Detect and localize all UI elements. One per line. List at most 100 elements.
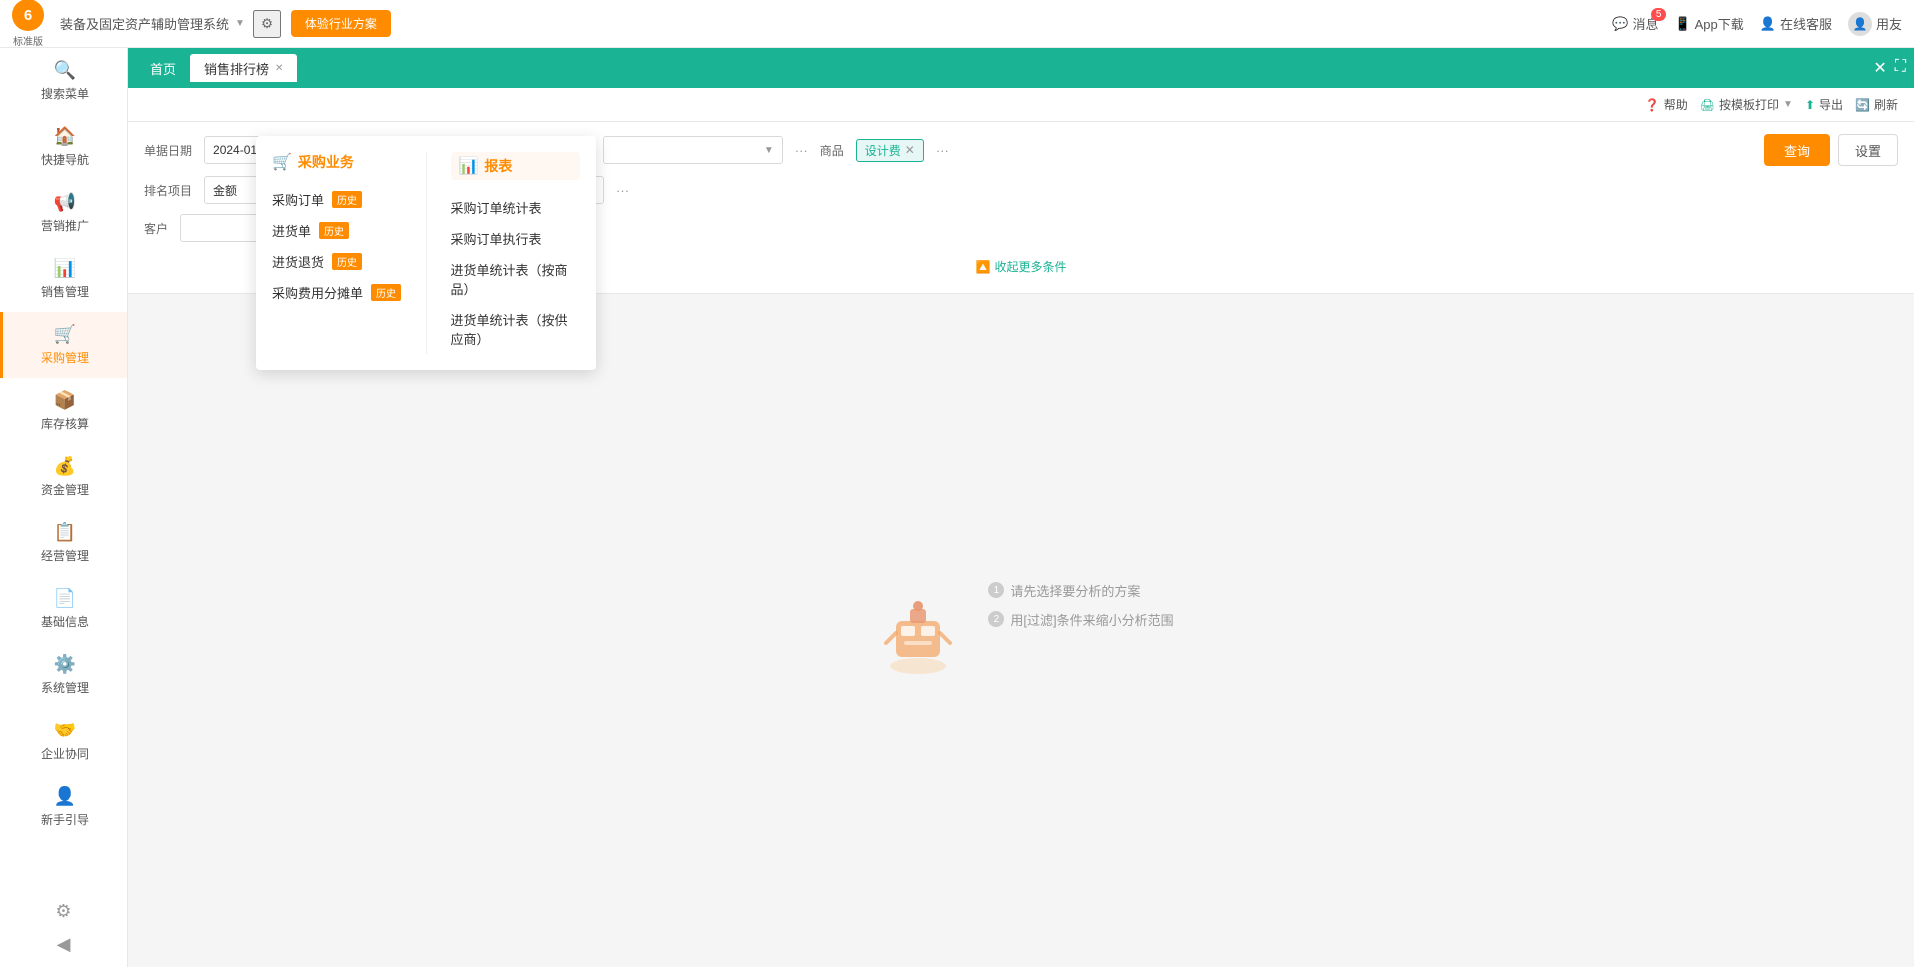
- sidebar-item-search[interactable]: 🔍 搜索菜单: [0, 48, 127, 114]
- dropdown-report-title: 📊 报表: [451, 152, 581, 180]
- sidebar-item-quick-nav[interactable]: 🏠 快捷导航: [0, 114, 127, 180]
- rank-value: 金额: [213, 182, 237, 199]
- logo-subtext: 标准版: [13, 33, 43, 48]
- system-title: 装备及固定资产辅助管理系统 ▼: [60, 14, 245, 33]
- dropdown-purchase-return[interactable]: 进货退货 历史: [272, 246, 402, 277]
- system-title-arrow[interactable]: ▼: [235, 18, 245, 29]
- history-badge-3: 历史: [371, 284, 401, 301]
- sidebar: 🔍 搜索菜单 🏠 快捷导航 📢 营销推广 📊 销售管理 🛒 采购管理 📦: [0, 48, 128, 967]
- print-arrow[interactable]: ▼: [1783, 99, 1793, 110]
- refresh-btn[interactable]: 🔄 刷新: [1855, 96, 1898, 113]
- svg-text:6: 6: [24, 7, 32, 24]
- tab-home[interactable]: 首页: [136, 54, 190, 82]
- dropdown-purchase-col: 🛒 采购业务 采购订单 历史 进货单 历史 进货退货 历史: [272, 152, 402, 354]
- customer-label: 客户: [144, 220, 168, 237]
- goods-label: 商品: [820, 142, 844, 159]
- content-area: 首页 销售排行榜 ✕ ✕ ⛶ ❓ 帮助 🖨 按模板: [128, 48, 1914, 967]
- tab-close-icon[interactable]: ✕: [275, 63, 283, 74]
- content-header: ❓ 帮助 🖨 按模板打印 ▼ ⬆ 导出 🔄 刷新: [128, 88, 1914, 122]
- sidebar-item-operation[interactable]: 📋 经营管理: [0, 510, 127, 576]
- empty-icon: [868, 581, 968, 681]
- status-select[interactable]: ▼: [603, 136, 783, 164]
- sidebar-item-marketing[interactable]: 📢 营销推广: [0, 180, 127, 246]
- tab-sales-ranking[interactable]: 销售排行榜 ✕: [190, 54, 297, 82]
- sidebar-item-newbie[interactable]: 👤 新手引导: [0, 774, 127, 840]
- collapse-btn[interactable]: 🔼 收起更多条件: [976, 252, 1067, 281]
- basic-info-icon: 📄: [54, 588, 76, 609]
- service-icon: 👤: [1760, 16, 1776, 32]
- goods-tag-close[interactable]: ✕: [905, 143, 915, 157]
- help-icon: ❓: [1645, 98, 1660, 112]
- online-service-btn[interactable]: 👤 在线客服: [1760, 14, 1832, 33]
- top-right: 💬 消息 5 📱 App下载 👤 在线客服 👤 用友: [1612, 12, 1902, 36]
- logo-area: 6 标准版: [12, 0, 44, 48]
- refresh-icon: 🔄: [1855, 98, 1870, 112]
- collapse-sidebar-icon[interactable]: ◀: [57, 934, 71, 955]
- sales-icon: 📊: [54, 258, 76, 279]
- report-col-icon: 📊: [459, 156, 479, 176]
- print-icon: 🖨: [1700, 98, 1715, 112]
- settings-icon-btn[interactable]: ⚙: [253, 10, 281, 38]
- tab-maximize-icon[interactable]: ⛶: [1895, 58, 1906, 78]
- main-area: 🔍 搜索菜单 🏠 快捷导航 📢 营销推广 📊 销售管理 🛒 采购管理 📦: [0, 48, 1914, 967]
- home-icon: 🏠: [54, 126, 76, 147]
- enterprise-icon: 🤝: [54, 720, 76, 741]
- sidebar-item-inventory[interactable]: 📦 库存核算: [0, 378, 127, 444]
- history-badge-0: 历史: [332, 191, 362, 208]
- dropdown-report-receive-supplier[interactable]: 进货单统计表（按供应商）: [451, 304, 581, 354]
- bottom-settings-icon[interactable]: ⚙: [55, 901, 71, 922]
- dropdown-report-receive-goods[interactable]: 进货单统计表（按商品）: [451, 254, 581, 304]
- collapse-icon: 🔼: [976, 260, 991, 274]
- empty-hint-2: 2 用[过滤]条件来缩小分析范围: [988, 610, 1173, 629]
- dropdown-purchase-title: 🛒 采购业务: [272, 152, 402, 172]
- app-container: 6 标准版 装备及固定资产辅助管理系统 ▼ ⚙ 体验行业方案 💬 消息 5 📱 …: [0, 0, 1914, 967]
- dropdown-purchase-order[interactable]: 采购订单 历史: [272, 184, 402, 215]
- user-avatar: 👤: [1848, 12, 1872, 36]
- tab-bar: 首页 销售排行榜 ✕ ✕ ⛶: [128, 48, 1914, 88]
- goods-tag: 设计费 ✕: [856, 139, 924, 162]
- history-badge-2: 历史: [332, 253, 362, 270]
- main-content: 1 请先选择要分析的方案 2 用[过滤]条件来缩小分析范围: [128, 294, 1914, 967]
- export-btn[interactable]: ⬆ 导出: [1805, 96, 1843, 113]
- sidebar-bottom: ⚙ ◀: [0, 889, 127, 967]
- message-badge: 5: [1651, 8, 1667, 21]
- set-btn[interactable]: 设置: [1838, 134, 1898, 166]
- print-btn[interactable]: 🖨 按模板打印 ▼: [1700, 96, 1793, 113]
- history-badge-1: 历史: [319, 222, 349, 239]
- help-btn[interactable]: ❓ 帮助: [1645, 96, 1688, 113]
- trial-btn[interactable]: 体验行业方案: [291, 10, 391, 37]
- system-icon: ⚙️: [54, 654, 76, 675]
- logo-icon: 6: [12, 0, 44, 31]
- status-arrow: ▼: [764, 145, 774, 156]
- user-btn[interactable]: 👤 用友: [1848, 12, 1902, 36]
- goods-dots[interactable]: ···: [936, 143, 949, 158]
- dropdown-purchase-cost[interactable]: 采购费用分摊单 历史: [272, 277, 402, 308]
- empty-hint-1: 1 请先选择要分析的方案: [988, 581, 1173, 600]
- tab-close-window-icon[interactable]: ✕: [1873, 58, 1886, 78]
- purchase-icon: 🛒: [54, 324, 76, 345]
- dropdown-report-order-stat[interactable]: 采购订单统计表: [451, 192, 581, 223]
- purchase-col-icon: 🛒: [272, 152, 292, 172]
- top-bar: 6 标准版 装备及固定资产辅助管理系统 ▼ ⚙ 体验行业方案 💬 消息 5 📱 …: [0, 0, 1914, 48]
- newbie-icon: 👤: [54, 786, 76, 807]
- tab-bar-right: ✕ ⛶: [1873, 58, 1906, 78]
- sidebar-item-enterprise[interactable]: 🤝 企业协同: [0, 708, 127, 774]
- sidebar-item-sales[interactable]: 📊 销售管理: [0, 246, 127, 312]
- message-icon: 💬: [1612, 16, 1628, 32]
- app-download-btn[interactable]: 📱 App下载: [1674, 14, 1743, 33]
- date-label: 单据日期: [144, 142, 192, 159]
- message-btn[interactable]: 💬 消息 5: [1612, 14, 1658, 33]
- search-btn[interactable]: 查询: [1764, 134, 1830, 166]
- export-icon: ⬆: [1805, 98, 1815, 112]
- status-dots[interactable]: ···: [795, 143, 808, 158]
- sidebar-item-funds[interactable]: 💰 资金管理: [0, 444, 127, 510]
- operation-icon: 📋: [54, 522, 76, 543]
- sidebar-item-system[interactable]: ⚙️ 系统管理: [0, 642, 127, 708]
- dropdown-divider: [426, 152, 427, 354]
- salesperson-dots[interactable]: ···: [616, 183, 629, 198]
- sidebar-item-basic-info[interactable]: 📄 基础信息: [0, 576, 127, 642]
- app-icon: 📱: [1674, 16, 1690, 32]
- sidebar-item-purchase[interactable]: 🛒 采购管理: [0, 312, 127, 378]
- dropdown-report-order-exec[interactable]: 采购订单执行表: [451, 223, 581, 254]
- dropdown-purchase-receive[interactable]: 进货单 历史: [272, 215, 402, 246]
